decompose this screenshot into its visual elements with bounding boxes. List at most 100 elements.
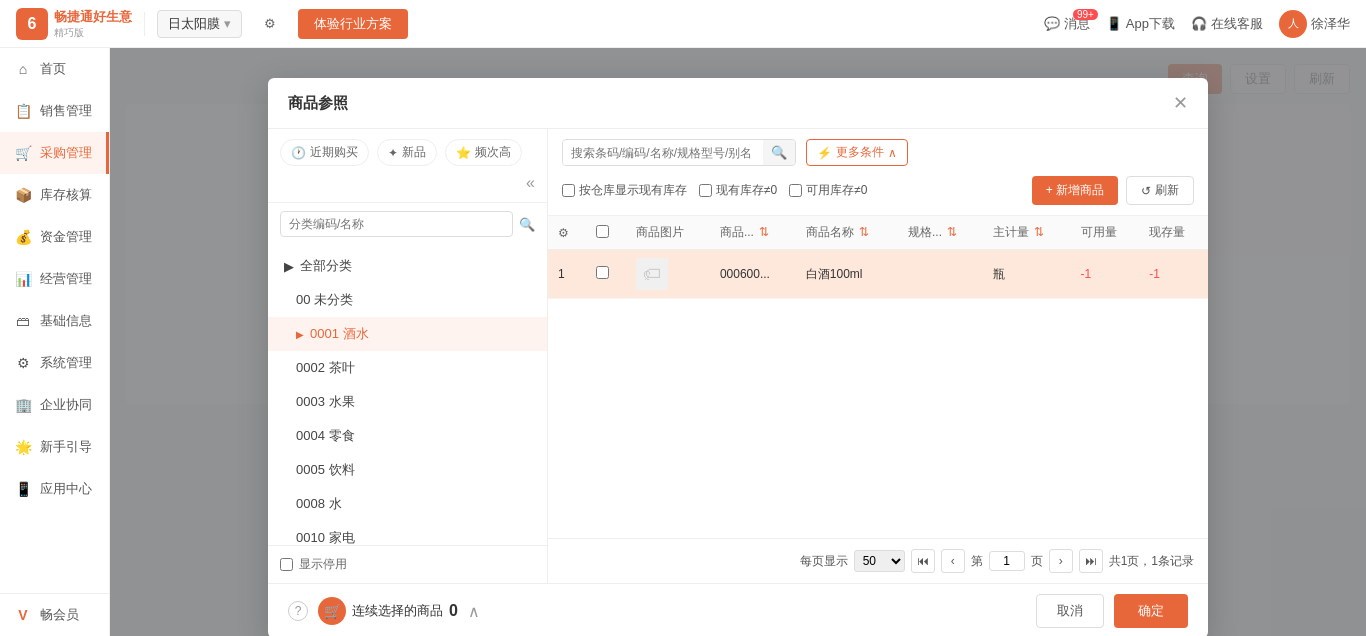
- app-label: App下载: [1126, 15, 1175, 33]
- sidebar: ⌂ 首页 📋 销售管理 🛒 采购管理 📦 库存核算 💰 资金管理 📊 经营管理 …: [0, 48, 110, 636]
- product-search-input[interactable]: [563, 141, 763, 165]
- last-page-button[interactable]: ⏭: [1079, 549, 1103, 573]
- cat-00-label: 00 未分类: [296, 291, 353, 309]
- sidebar-label-inventory: 库存核算: [40, 186, 92, 204]
- warehouse-stock-checkbox-label[interactable]: 按仓库显示现有库存: [562, 182, 687, 199]
- tab-recent[interactable]: 🕐 近期购买: [280, 139, 369, 166]
- add-product-button[interactable]: + 新增商品: [1032, 176, 1118, 205]
- product-search-icon[interactable]: 🔍: [763, 140, 795, 165]
- sidebar-item-purchase[interactable]: 🛒 采购管理: [0, 132, 109, 174]
- cell-name: 白酒100ml: [796, 250, 898, 299]
- user-profile[interactable]: 人 徐泽华: [1279, 10, 1350, 38]
- per-page-label: 每页显示: [800, 553, 848, 570]
- sidebar-item-sales[interactable]: 📋 销售管理: [0, 90, 109, 132]
- category-item-0001[interactable]: ▶ 0001 酒水: [268, 317, 547, 351]
- col-settings[interactable]: ⚙: [548, 216, 586, 250]
- col-checkbox[interactable]: [586, 216, 626, 250]
- category-search-icon[interactable]: 🔍: [519, 217, 535, 232]
- col-name[interactable]: 商品名称 ⇅: [796, 216, 898, 250]
- inventory-icon: 📦: [14, 186, 32, 204]
- help-icon[interactable]: ?: [288, 601, 308, 621]
- cancel-button[interactable]: 取消: [1036, 594, 1104, 628]
- cell-avail: -1: [1071, 250, 1140, 299]
- sidebar-item-enterprise[interactable]: 🏢 企业协同: [0, 384, 109, 426]
- category-item-0005[interactable]: 0005 饮料: [268, 453, 547, 487]
- warehouse-stock-checkbox[interactable]: [562, 184, 575, 197]
- modal-close-button[interactable]: ✕: [1173, 92, 1188, 114]
- sidebar-label-sales: 销售管理: [40, 102, 92, 120]
- avail-stock-checkbox[interactable]: [789, 184, 802, 197]
- product-search-bar: 🔍: [562, 139, 796, 166]
- col-code[interactable]: 商品... ⇅: [710, 216, 796, 250]
- collapse-left-button[interactable]: «: [526, 174, 535, 192]
- more-filter-button[interactable]: ⚡ 更多条件 ∧: [806, 139, 908, 166]
- tab-frequent-label: 频次高: [475, 144, 511, 161]
- messages-button[interactable]: 💬 消息 99+: [1044, 15, 1090, 33]
- filter-label: 更多条件: [836, 144, 884, 161]
- table-row[interactable]: 1 🏷 000600... 白酒100ml 瓶 -1 -1: [548, 250, 1208, 299]
- modal-body: 🕐 近期购买 ✦ 新品 ⭐ 频次高 «: [268, 129, 1208, 583]
- per-page-select[interactable]: 50 100 200: [854, 550, 905, 572]
- trial-button[interactable]: 体验行业方案: [298, 9, 408, 39]
- logo-main-text: 畅捷通好生意: [54, 8, 132, 26]
- page-number-input[interactable]: [989, 551, 1025, 571]
- cell-seq: 1: [548, 250, 586, 299]
- category-item-00[interactable]: 00 未分类: [268, 283, 547, 317]
- category-item-0003[interactable]: 0003 水果: [268, 385, 547, 419]
- category-list: ▶ 全部分类 00 未分类 ▶ 0001 酒水 0002 茶: [268, 245, 547, 545]
- sidebar-item-system[interactable]: ⚙ 系统管理: [0, 342, 109, 384]
- sidebar-label-home: 首页: [40, 60, 66, 78]
- refresh-button[interactable]: ↺ 刷新: [1126, 176, 1194, 205]
- cat-0008-label: 0008 水: [296, 495, 342, 513]
- category-item-all[interactable]: ▶ 全部分类: [268, 249, 547, 283]
- category-item-0004[interactable]: 0004 零食: [268, 419, 547, 453]
- recent-icon: 🕐: [291, 146, 306, 160]
- tab-frequent[interactable]: ⭐ 频次高: [445, 139, 522, 166]
- category-search-input[interactable]: [280, 211, 513, 237]
- col-unit[interactable]: 主计量 ⇅: [983, 216, 1071, 250]
- product-table: ⚙ 商品图片 商品... ⇅ 商品名称 ⇅ 规格... ⇅ 主计量 ⇅ 可用量: [548, 216, 1208, 299]
- settings-icon[interactable]: ⚙: [254, 8, 286, 40]
- sidebar-item-finance[interactable]: 💰 资金管理: [0, 216, 109, 258]
- sidebar-label-purchase: 采购管理: [40, 144, 92, 162]
- sidebar-item-inventory[interactable]: 📦 库存核算: [0, 174, 109, 216]
- first-page-button[interactable]: ⏮: [911, 549, 935, 573]
- cat-all-arrow: ▶: [284, 259, 294, 274]
- category-item-0008[interactable]: 0008 水: [268, 487, 547, 521]
- avail-stock-checkbox-label[interactable]: 可用库存≠0: [789, 182, 867, 199]
- cat-0010-label: 0010 家电: [296, 529, 355, 545]
- col-spec[interactable]: 规格... ⇅: [898, 216, 983, 250]
- prev-page-button[interactable]: ‹: [941, 549, 965, 573]
- sidebar-item-guide[interactable]: 🌟 新手引导: [0, 426, 109, 468]
- category-item-0002[interactable]: 0002 茶叶: [268, 351, 547, 385]
- sidebar-item-apps[interactable]: 📱 应用中心: [0, 468, 109, 510]
- cart-icon[interactable]: 🛒: [318, 597, 346, 625]
- col-avail: 可用量: [1071, 216, 1140, 250]
- sidebar-item-member[interactable]: V 畅会员: [0, 594, 109, 636]
- select-all-checkbox[interactable]: [596, 225, 609, 238]
- tab-new[interactable]: ✦ 新品: [377, 139, 437, 166]
- has-stock-checkbox-label[interactable]: 现有库存≠0: [699, 182, 777, 199]
- frequent-icon: ⭐: [456, 146, 471, 160]
- cell-checkbox[interactable]: [586, 250, 626, 299]
- sidebar-item-home[interactable]: ⌂ 首页: [0, 48, 109, 90]
- sidebar-item-operation[interactable]: 📊 经营管理: [0, 258, 109, 300]
- show-disabled-checkbox[interactable]: [280, 558, 293, 571]
- app-download-button[interactable]: 📱 App下载: [1106, 15, 1175, 33]
- sidebar-item-basic[interactable]: 🗃 基础信息: [0, 300, 109, 342]
- service-icon: 🎧: [1191, 16, 1207, 31]
- category-item-0010[interactable]: 0010 家电: [268, 521, 547, 545]
- show-disabled-label[interactable]: 显示停用: [299, 556, 347, 573]
- next-page-button[interactable]: ›: [1049, 549, 1073, 573]
- online-service-button[interactable]: 🎧 在线客服: [1191, 15, 1263, 33]
- nav-selector[interactable]: 日太阳膜 ▾: [157, 10, 242, 38]
- logo-icon: 6: [16, 8, 48, 40]
- has-stock-checkbox[interactable]: [699, 184, 712, 197]
- header-right: 💬 消息 99+ 📱 App下载 🎧 在线客服 人 徐泽华: [1044, 10, 1350, 38]
- row-checkbox[interactable]: [596, 266, 609, 279]
- username: 徐泽华: [1311, 15, 1350, 33]
- cell-image: 🏷: [626, 250, 709, 299]
- collapse-footer-button[interactable]: ∧: [468, 602, 480, 621]
- cart-label: 连续选择的商品: [352, 602, 443, 620]
- confirm-button[interactable]: 确定: [1114, 594, 1188, 628]
